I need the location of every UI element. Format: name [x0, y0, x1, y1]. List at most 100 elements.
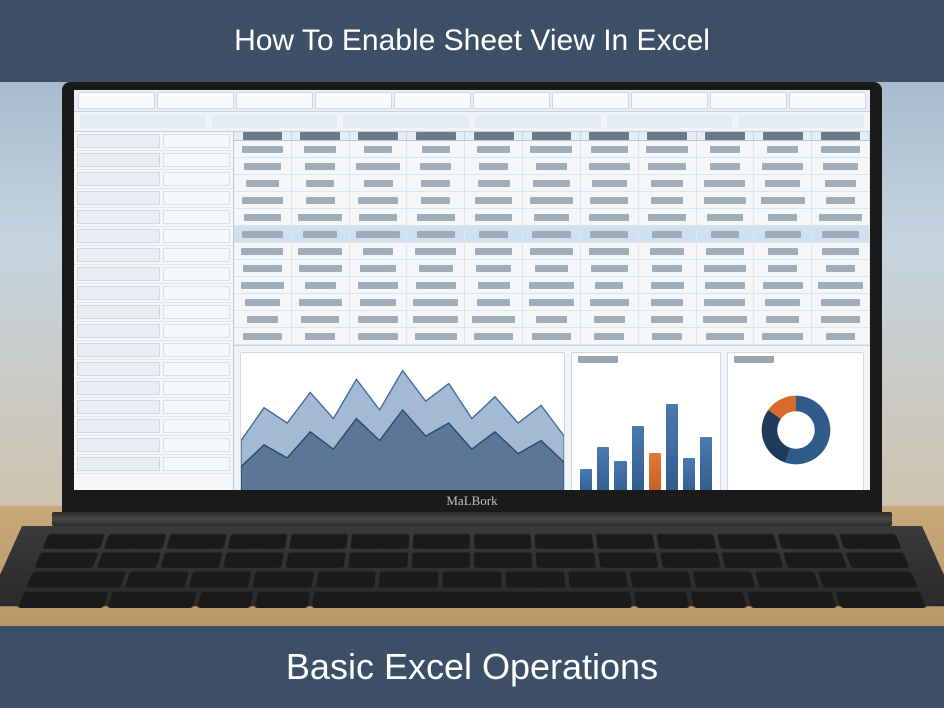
table-row [234, 328, 870, 345]
keyboard-key [845, 552, 909, 568]
chart-title-blob [578, 356, 618, 363]
left-row [74, 170, 233, 189]
keyboard-key [34, 552, 98, 568]
table-row [234, 175, 870, 192]
bottom-banner-text: Basic Excel Operations [286, 646, 658, 688]
top-banner-text: How To Enable Sheet View In Excel [234, 24, 710, 58]
keyboard-key [755, 571, 819, 587]
keyboard-key [598, 552, 659, 568]
table-row [234, 243, 870, 260]
keyboard-key [348, 552, 408, 568]
left-row [74, 227, 233, 246]
left-row [74, 284, 233, 303]
toolbar-group [80, 115, 206, 128]
left-row [74, 189, 233, 208]
keyboard-key [838, 533, 901, 548]
donut-chart [727, 352, 864, 490]
right-pane [234, 132, 870, 490]
keyboard-key [568, 571, 629, 587]
left-row [74, 322, 233, 341]
left-row [74, 303, 233, 322]
left-row [74, 132, 233, 151]
keyboard-key [747, 591, 837, 608]
area-chart [240, 352, 565, 490]
keyboard-key [595, 533, 654, 548]
keyboard-key [125, 571, 189, 587]
keyboard-key [656, 533, 716, 548]
keyboard-key [535, 533, 594, 548]
keyboard-key [189, 571, 252, 587]
keyboard-key [315, 571, 376, 587]
ribbon-tab [157, 92, 234, 109]
ribbon-tab [78, 92, 155, 109]
keyboard-key [412, 533, 470, 548]
toolbar-group [343, 115, 469, 128]
ribbon-tab [394, 92, 471, 109]
keyboard-key [166, 533, 227, 548]
keyboard-key [379, 571, 439, 587]
workspace [74, 132, 870, 490]
left-row [74, 246, 233, 265]
ribbon-tab [552, 92, 629, 109]
ribbon-tab [789, 92, 866, 109]
keyboard-key [505, 571, 565, 587]
keyboard-key [107, 591, 197, 608]
laptop-brand-label: MaLBork [446, 493, 497, 509]
table-row [234, 158, 870, 175]
keyboard-key [536, 552, 596, 568]
keyboard-key [104, 533, 166, 548]
ribbon-tab [631, 92, 708, 109]
table-row [234, 277, 870, 294]
top-banner: How To Enable Sheet View In Excel [0, 0, 944, 82]
chart-title-blob [734, 356, 774, 363]
keyboard-key [778, 533, 840, 548]
table-row [234, 260, 870, 277]
keyboard-key [660, 552, 722, 568]
toolbar-group [738, 115, 864, 128]
left-row [74, 436, 233, 455]
bottom-banner: Basic Excel Operations [0, 626, 944, 708]
keyboard-key [630, 571, 692, 587]
keyboard-key [818, 571, 918, 587]
bar-chart [571, 352, 721, 490]
table-row [234, 209, 870, 226]
ribbon-tab [473, 92, 550, 109]
ribbon-tab [315, 92, 392, 109]
keyboard-key [693, 571, 756, 587]
toolbar-group [475, 115, 601, 128]
keyboard-key [312, 591, 632, 608]
toolbar-group [212, 115, 338, 128]
keyboard-key [411, 552, 470, 568]
keyboard-key [18, 591, 109, 608]
grid-header [234, 132, 870, 141]
keyboard-key [351, 533, 410, 548]
laptop-screen [74, 90, 870, 490]
laptop: MaLBork [62, 82, 882, 626]
left-row [74, 455, 233, 474]
grid-body [234, 141, 870, 345]
keyboard-key [160, 552, 222, 568]
left-row [74, 360, 233, 379]
charts-row [234, 345, 870, 490]
left-pane [74, 132, 234, 490]
keyboard-key [42, 533, 105, 548]
laptop-keyboard [0, 526, 944, 606]
hero-photo: MaLBork [0, 82, 944, 626]
keyboard-key [442, 571, 501, 587]
keyboard-key [97, 552, 160, 568]
keyboard-key [474, 533, 532, 548]
keyboard-key [634, 591, 690, 608]
toolbar-group [607, 115, 733, 128]
laptop-screen-bezel: MaLBork [62, 82, 882, 512]
keyboard-key [286, 552, 347, 568]
keyboard-key [26, 571, 126, 587]
keyboard-key [835, 591, 926, 608]
keyboard-key [197, 591, 254, 608]
left-row [74, 417, 233, 436]
keyboard-key [223, 552, 285, 568]
ribbon-tab [710, 92, 787, 109]
keyboard-key [227, 533, 287, 548]
keyboard-key [690, 591, 747, 608]
ribbon-tabs [74, 90, 870, 112]
ribbon-toolbar [74, 112, 870, 132]
